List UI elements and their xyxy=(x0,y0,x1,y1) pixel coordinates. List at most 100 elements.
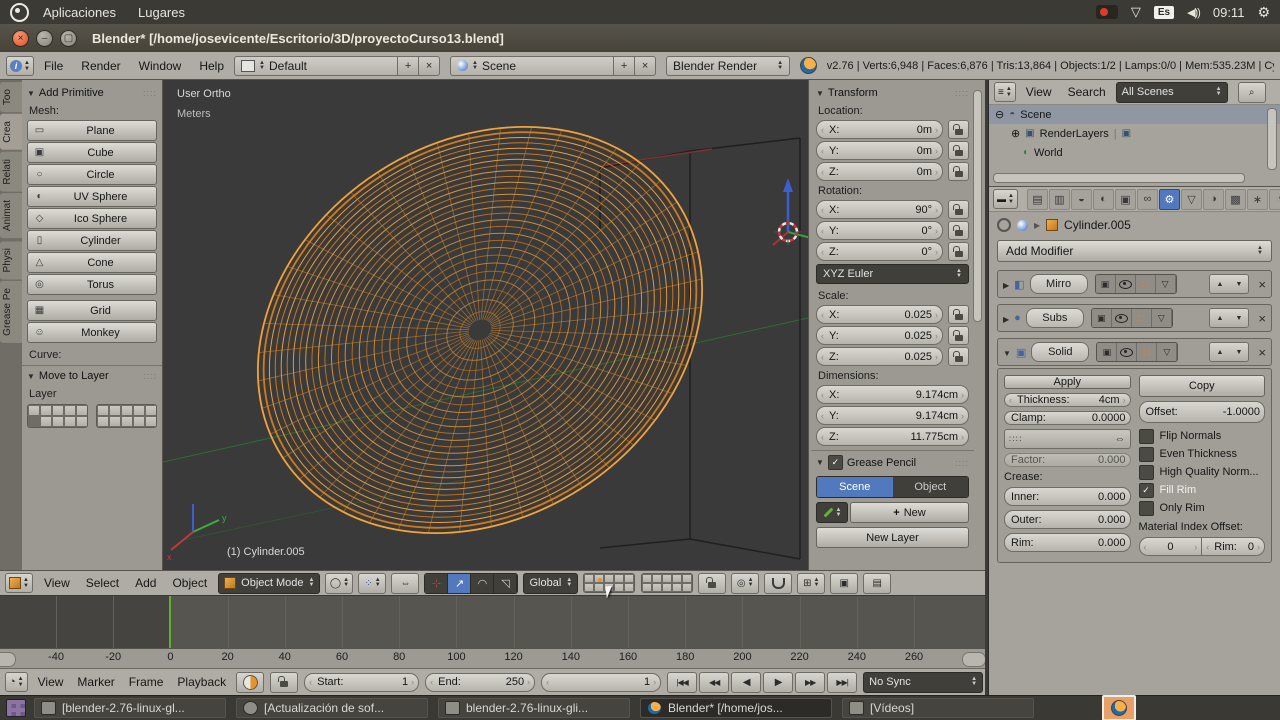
modifier-name-field[interactable]: Subs xyxy=(1025,308,1084,328)
timeline-menu-item[interactable]: View xyxy=(38,675,64,689)
modifier-expand-toggle[interactable] xyxy=(1003,277,1009,291)
rotate-manipulator-toggle[interactable]: ◠ xyxy=(471,573,495,593)
viewport-menu-item[interactable]: Select xyxy=(86,576,119,590)
grease-pencil-source-toggle[interactable]: Object xyxy=(892,477,968,497)
add-mesh-button[interactable]: ◐ UV Sphere xyxy=(27,186,157,207)
window-close-button[interactable]: × xyxy=(12,29,29,47)
dimension-field[interactable]: ‹ Y: 9.174cm › xyxy=(816,406,969,425)
tool-shelf-tab[interactable]: Animat xyxy=(0,193,22,239)
add-mesh-button[interactable]: ◎ Torus xyxy=(27,274,157,295)
solidify-checkbox[interactable]: Even Thickness xyxy=(1138,445,1266,463)
layer-cell[interactable] xyxy=(64,405,76,416)
lock-toggle[interactable] xyxy=(948,141,969,160)
modifier-move-up-button[interactable]: ▲ xyxy=(1210,275,1230,293)
modifier-panel-header[interactable]: ◧ Mirro ▣ ∷ ▽ ▲▼ × xyxy=(997,270,1272,298)
scale-field[interactable]: ‹ Z: 0.025 › xyxy=(816,347,943,366)
solidify-checkbox[interactable]: Fill Rim xyxy=(1138,481,1266,499)
location-field[interactable]: ‹ X: 0m › xyxy=(816,120,943,139)
location-field[interactable]: ‹ Z: 0m › xyxy=(816,162,943,181)
keyboard-layout-indicator[interactable]: Es xyxy=(1153,5,1175,19)
info-menu-item[interactable]: Window xyxy=(139,59,182,73)
modifier-visibility-toggle[interactable] xyxy=(1111,309,1132,327)
pivot-point-dropdown[interactable]: ⁘ ▲ ▼ xyxy=(358,572,387,594)
lock-toggle[interactable] xyxy=(948,200,969,219)
modifier-delete-button[interactable]: × xyxy=(1258,311,1266,326)
layer-cell[interactable] xyxy=(97,405,109,416)
add-mesh-button[interactable]: ▣ Cube xyxy=(27,142,157,163)
next-keyframe-button[interactable]: ▶▶ xyxy=(795,671,826,693)
collapse-toggle-icon[interactable]: ⊖ xyxy=(995,108,1004,121)
solidify-checkbox[interactable]: Only Rim xyxy=(1138,499,1266,517)
editor-type-selector[interactable]: ▲ ▼ xyxy=(5,573,33,593)
lock-toggle[interactable] xyxy=(948,162,969,181)
modifier-delete-button[interactable]: × xyxy=(1258,277,1266,292)
crease-field[interactable]: Inner: 0.000 xyxy=(1004,487,1131,506)
solidify-checkbox[interactable]: Flip Normals xyxy=(1138,427,1266,445)
new-layer-button[interactable]: New Layer xyxy=(816,527,969,548)
panel-grip-icon[interactable]: :::: xyxy=(143,88,157,98)
copy-button[interactable]: Copy xyxy=(1138,375,1265,397)
particles-tab[interactable]: ∗ xyxy=(1246,188,1268,210)
outliner-item-world[interactable]: ◐ World xyxy=(989,143,1280,162)
sync-mode-dropdown[interactable]: No Sync ▲ ▼ xyxy=(863,671,984,693)
layer-cell[interactable] xyxy=(76,416,87,427)
tool-shelf-tab[interactable]: Crea xyxy=(0,114,22,150)
modifier-editmode-toggle[interactable]: ∷ xyxy=(1137,343,1158,361)
modifier-editmode-toggle[interactable]: ∷ xyxy=(1135,275,1156,293)
3d-viewport[interactable]: xy User Ortho Meters (1) Cylinder.005 xyxy=(163,80,808,570)
timeline-menu-item[interactable]: Playback xyxy=(177,675,226,689)
layer-cell[interactable] xyxy=(584,574,595,583)
pin-icon[interactable] xyxy=(997,218,1011,232)
play-button[interactable]: ▶ xyxy=(763,671,794,693)
modifier-move-up-button[interactable]: ▲ xyxy=(1210,309,1230,327)
add-mesh-button[interactable]: ▭ Plane xyxy=(27,120,157,141)
render-tab[interactable]: ▤ xyxy=(1026,188,1048,210)
layer-cell[interactable] xyxy=(662,583,673,592)
modifier-render-toggle[interactable]: ▣ xyxy=(1091,309,1112,327)
render-layers-tab[interactable]: ▥ xyxy=(1048,188,1070,210)
data-tab[interactable]: ▽ xyxy=(1180,188,1202,210)
scale-field[interactable]: ‹ Y: 0.025 › xyxy=(816,326,943,345)
taskbar-window-button[interactable]: blender-2.76-linux-gli... xyxy=(438,698,630,718)
scene-selector[interactable]: ▲ ▼ Scene + × xyxy=(450,55,657,76)
add-mesh-button[interactable]: ○ Circle xyxy=(27,164,157,185)
lock-time-cursor-toggle[interactable] xyxy=(270,671,299,693)
layer-cell[interactable] xyxy=(133,416,145,427)
add-primitive-panel-header[interactable]: ▼ Add Primitive :::: xyxy=(27,87,157,99)
grease-pencil-brush-dropdown[interactable]: ▲ ▼ xyxy=(816,502,848,523)
delete-layout-button[interactable]: × xyxy=(419,55,441,76)
add-scene-button[interactable]: + xyxy=(614,55,636,76)
end-frame-field[interactable]: ‹ End: 250 › xyxy=(425,672,536,692)
panel-grip-icon[interactable]: :::: xyxy=(955,458,969,468)
window-minimize-button[interactable]: – xyxy=(36,29,53,47)
modifier-move-down-button[interactable]: ▼ xyxy=(1229,275,1249,293)
layer-cell[interactable] xyxy=(97,416,109,427)
modifier-render-toggle[interactable]: ▣ xyxy=(1095,275,1116,293)
modifier-editmode-toggle[interactable]: ∷ xyxy=(1131,309,1152,327)
location-field[interactable]: ‹ Y: 0m › xyxy=(816,141,943,160)
grease-pencil-checkbox[interactable]: ✓ xyxy=(827,455,843,470)
lock-toggle[interactable] xyxy=(948,326,969,345)
offset-field[interactable]: Offset: -1.0000 xyxy=(1138,401,1265,423)
rotation-mode-dropdown[interactable]: XYZ Euler ▲ ▼ xyxy=(816,264,969,284)
modifier-render-toggle[interactable]: ▣ xyxy=(1097,343,1118,361)
material-offset-field[interactable]: ‹ 0 › xyxy=(1138,537,1203,556)
layer-cell[interactable] xyxy=(642,574,653,583)
timeline-band[interactable] xyxy=(0,595,985,649)
layer-cell[interactable] xyxy=(584,583,595,592)
rotation-field[interactable]: ‹ Y: 0° › xyxy=(816,221,943,240)
layer-cell[interactable] xyxy=(652,583,663,592)
lock-toggle[interactable] xyxy=(948,305,969,324)
layer-cell[interactable] xyxy=(109,405,121,416)
scene-tab[interactable]: ◒ xyxy=(1070,188,1092,210)
modifier-panel-header[interactable]: ▣ Solid ▣ ∷ ▽ ▲▼ × xyxy=(997,338,1272,366)
layer-cell[interactable] xyxy=(624,583,635,592)
modifier-move-down-button[interactable]: ▼ xyxy=(1229,309,1249,327)
blender-launcher-highlight[interactable] xyxy=(1102,695,1136,720)
grease-pencil-source-toggle[interactable]: Scene xyxy=(817,477,893,497)
layer-cell[interactable] xyxy=(52,405,64,416)
layer-cell[interactable] xyxy=(40,405,52,416)
snap-element-dropdown[interactable]: ⊞ ▲ ▼ xyxy=(797,572,826,594)
transform-orientation-dropdown[interactable]: Global ▲ ▼ xyxy=(523,572,579,594)
layer-grid-right[interactable] xyxy=(96,404,157,428)
